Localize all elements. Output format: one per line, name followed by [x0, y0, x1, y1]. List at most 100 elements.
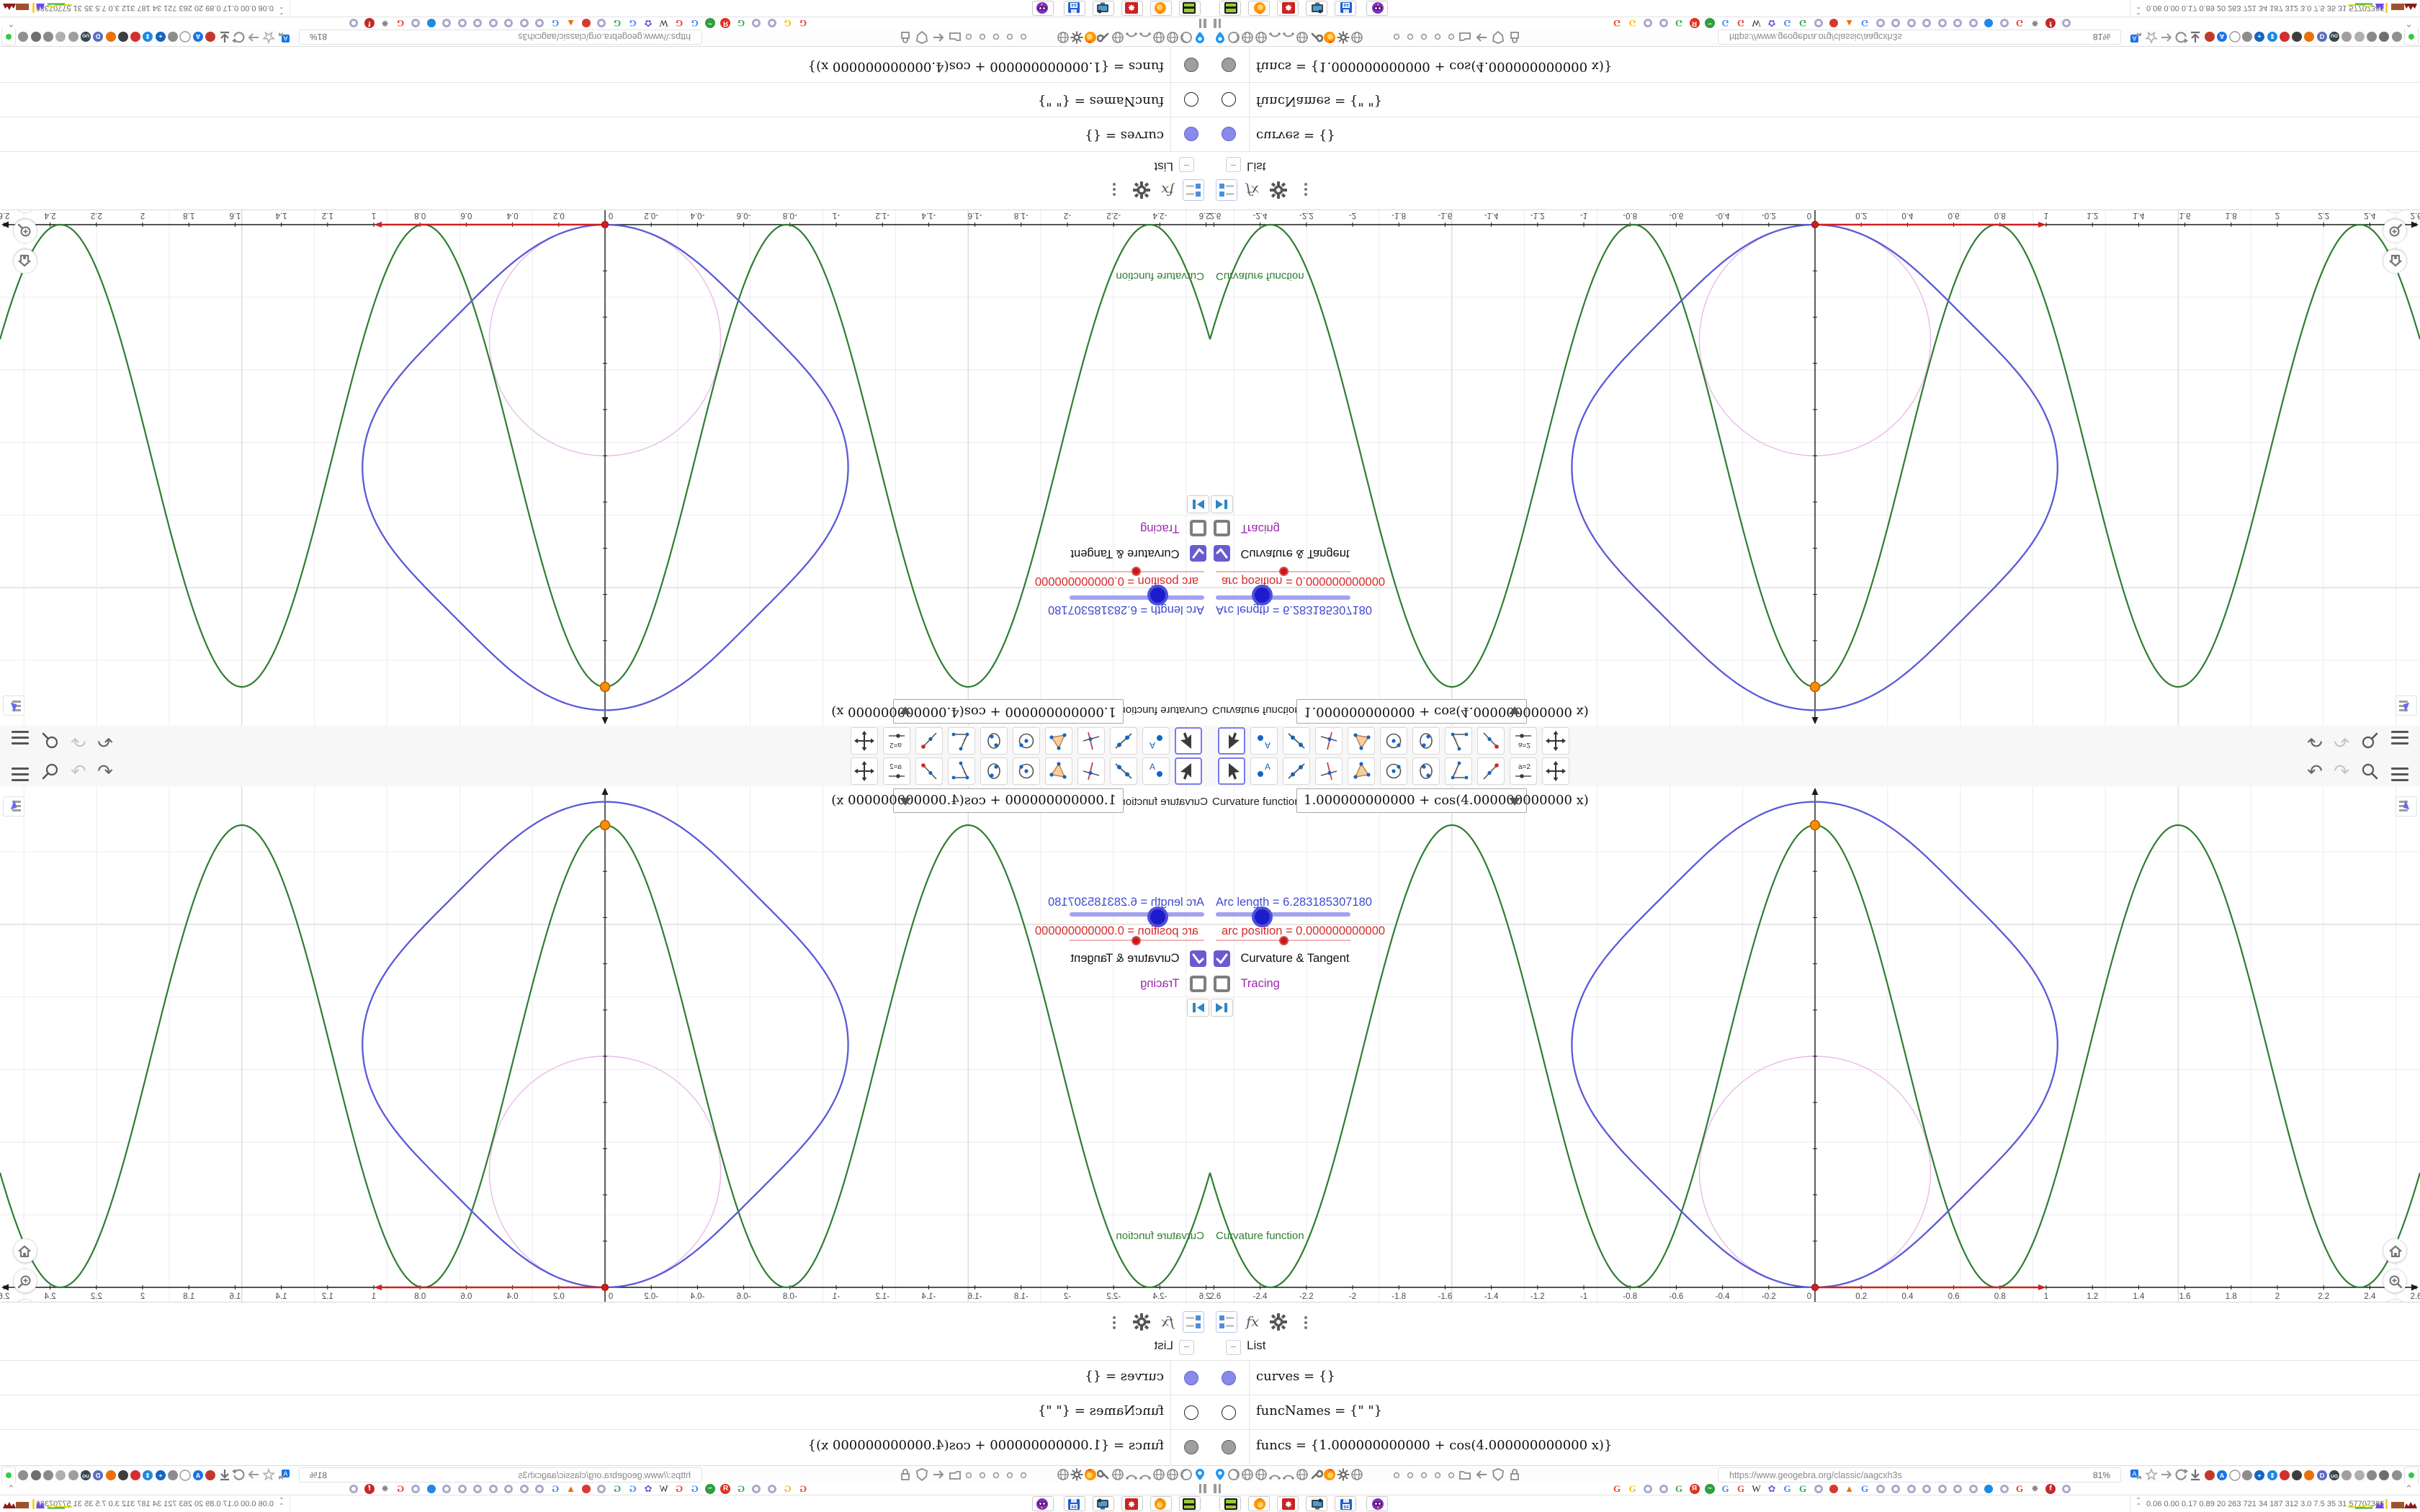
bookmark-favicon[interactable]	[1968, 17, 1979, 29]
algebra-row-curves[interactable]: curves = {}	[1210, 1360, 2420, 1395]
tool-circle-with-center[interactable]	[1380, 757, 1407, 785]
bookmark-favicon[interactable]: ~	[704, 1483, 716, 1495]
bookmark-favicon[interactable]: ▲	[565, 1483, 577, 1495]
gear-icon[interactable]	[1336, 1467, 1350, 1482]
forward-icon[interactable]	[2159, 1467, 2174, 1482]
list-group-header[interactable]: − List	[0, 152, 1210, 175]
tool-polygon[interactable]	[1045, 727, 1072, 755]
gear-icon[interactable]	[1070, 30, 1084, 45]
arc-position-point[interactable]	[601, 220, 609, 229]
tool-point[interactable]: A	[1250, 727, 1278, 755]
bookmark-favicon[interactable]: G	[673, 1483, 685, 1495]
globe-icon[interactable]	[1111, 1467, 1125, 1482]
curvature-tangent-checkbox[interactable]	[1214, 950, 1230, 967]
back-icon[interactable]	[1474, 1467, 1489, 1482]
algebra-row-funcnames[interactable]: funcNames = {" "}	[0, 82, 1210, 117]
arc-icon[interactable]	[1124, 1467, 1139, 1482]
tool-line[interactable]	[1283, 757, 1310, 785]
fx-icon[interactable]: fx	[1157, 1311, 1178, 1333]
bookmark-favicon[interactable]: G	[1859, 17, 1870, 29]
page-zoom-level[interactable]: 81%	[310, 32, 327, 42]
forward-icon[interactable]	[246, 1467, 261, 1482]
url-bar[interactable]: https://www.geogebra.org/classic/aagcxh3…	[1718, 30, 2121, 45]
visibility-toggle-funcs[interactable]	[1222, 1440, 1236, 1454]
tree-view-icon[interactable]	[1216, 179, 1237, 201]
tool-perpendicular-line[interactable]	[1315, 727, 1343, 755]
wrench-icon[interactable]	[1309, 1467, 1324, 1482]
redo-icon[interactable]: ↷	[2329, 758, 2354, 784]
skip-to-end-button[interactable]	[1211, 999, 1233, 1017]
arc-position-slider-knob[interactable]	[1131, 936, 1141, 945]
tool-polygon[interactable]	[1348, 757, 1375, 785]
taskbar-app-firefox[interactable]	[1150, 1496, 1172, 1511]
dot-icon[interactable]	[975, 30, 990, 45]
home-button[interactable]	[13, 249, 37, 274]
arc-length-slider[interactable]	[1216, 595, 1350, 600]
dot-icon[interactable]	[1389, 1467, 1404, 1482]
list-group-header[interactable]: − List	[1210, 1337, 2420, 1360]
bookmark-favicon[interactable]	[426, 1483, 437, 1495]
algebra-row-funcnames[interactable]: funcNames = {" "}	[1210, 82, 2420, 117]
bookmark-favicon[interactable]	[442, 17, 453, 29]
translate-icon[interactable]: A	[277, 30, 292, 45]
sidebar-status-button[interactable]	[2404, 1467, 2419, 1484]
visibility-toggle-curves[interactable]	[1222, 127, 1236, 141]
arc-icon[interactable]	[1281, 30, 1296, 45]
bookmark-favicon[interactable]: W	[1751, 1483, 1762, 1495]
arc-length-slider-knob[interactable]	[1252, 585, 1273, 606]
extension-icon[interactable]	[127, 1467, 141, 1482]
taskbar-app-firefox[interactable]	[1150, 1, 1172, 16]
undo-icon[interactable]: ↶	[2302, 728, 2328, 754]
curve-label[interactable]: Curvature function	[1216, 270, 1304, 282]
visibility-toggle-funcnames[interactable]	[1184, 1405, 1198, 1420]
tool-polygon[interactable]	[1348, 727, 1375, 755]
tool-conic[interactable]	[1412, 727, 1440, 755]
bookmark-favicon[interactable]: W	[658, 1483, 670, 1495]
home-button[interactable]	[2383, 249, 2407, 274]
curvature-max-point[interactable]	[1809, 819, 1821, 831]
taskbar-app-game[interactable]	[1366, 1496, 1388, 1511]
dropdown-caret-icon[interactable]	[1509, 706, 1520, 714]
bookmark-favicon[interactable]: Я	[720, 1483, 732, 1495]
page-zoom-level[interactable]: 81%	[2093, 32, 2110, 42]
shield-icon[interactable]	[1491, 30, 1505, 45]
tool-move[interactable]	[1218, 757, 1245, 785]
arc-position-slider-label[interactable]: arc position = 0.000000000000	[1222, 924, 1385, 938]
back-icon[interactable]	[1474, 30, 1489, 45]
redo-icon[interactable]: ↷	[2329, 728, 2354, 754]
dot-icon[interactable]	[1003, 30, 1017, 45]
graphics-stylebar-toggle[interactable]	[3, 696, 24, 716]
bookmark-favicon[interactable]	[488, 1483, 499, 1495]
dot-icon[interactable]	[1003, 1467, 1017, 1482]
bookmark-favicon[interactable]	[1890, 1483, 1901, 1495]
taskbar-app-floppy64[interactable]: 64	[1064, 1, 1085, 16]
dot-icon[interactable]	[1444, 1467, 1458, 1482]
curvature-tangent-checkbox[interactable]	[1214, 545, 1230, 562]
zoom-in-button[interactable]	[13, 1269, 37, 1293]
bookmark-favicon[interactable]: ~	[1704, 1483, 1716, 1495]
graph-plot[interactable]: -2.6 -2.4 -2.2 -2 -1.8 -1.6 -1.4 -1.2 -1 -0.8 -0.6…	[1210, 786, 2420, 1302]
bookmark-favicon[interactable]	[1937, 17, 1948, 29]
swirl-icon[interactable]	[1227, 1467, 1241, 1482]
bookmark-favicon[interactable]	[1642, 1483, 1654, 1495]
tool-point[interactable]: A	[1142, 757, 1170, 785]
tool-point[interactable]: A	[1250, 757, 1278, 785]
wrench-icon[interactable]	[1096, 30, 1111, 45]
lock-icon[interactable]	[1507, 30, 1522, 45]
skip-to-end-button[interactable]	[1211, 495, 1233, 513]
bookmark-favicon[interactable]	[1813, 1483, 1824, 1495]
bookmark-favicon[interactable]: G	[1627, 1483, 1639, 1495]
arc-position-slider-label[interactable]: arc position = 0.000000000000	[1035, 924, 1198, 938]
tool-move-graphics-view[interactable]	[851, 757, 878, 785]
tool-conic[interactable]	[980, 727, 1008, 755]
bookmark-favicon[interactable]: G	[1611, 17, 1623, 29]
taskbar-app-game[interactable]	[1032, 1496, 1054, 1511]
bookmark-favicon[interactable]	[1921, 1483, 1932, 1495]
download-icon[interactable]	[2188, 1467, 2202, 1482]
graphics-view[interactable]: -2.6 -2.4 -2.2 -2 -1.8 -1.6 -1.4 -1.2 -1 -0.8 -0.6…	[0, 786, 1210, 1323]
taskbar-app-displays[interactable]	[1093, 1, 1114, 16]
bookmark-favicon[interactable]: ~	[704, 17, 716, 29]
dot-icon[interactable]	[962, 30, 976, 45]
pin-icon[interactable]	[1193, 1467, 1207, 1482]
globe-icon[interactable]	[1295, 30, 1309, 45]
